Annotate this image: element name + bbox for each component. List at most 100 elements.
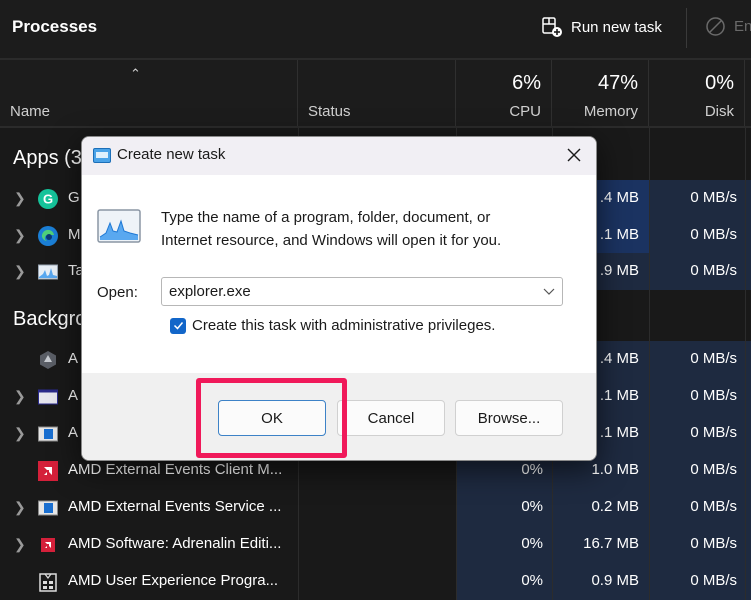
- process-disk: 0 MB/s: [690, 387, 737, 404]
- ok-button[interactable]: OK: [218, 400, 326, 436]
- process-memory: 1.0 MB: [591, 461, 639, 478]
- process-cpu: 0%: [521, 572, 543, 589]
- process-cpu: 0%: [521, 498, 543, 515]
- dialog-footer: OK Cancel Browse...: [82, 373, 596, 460]
- chevron-down-icon[interactable]: [543, 286, 555, 296]
- column-memory[interactable]: 47% Memory: [552, 60, 649, 126]
- admin-privileges-option[interactable]: Create this task with administrative pri…: [170, 317, 495, 334]
- process-disk: 0 MB/s: [690, 350, 737, 367]
- service-icon: [38, 500, 58, 516]
- process-disk: 0 MB/s: [690, 262, 737, 279]
- column-header: ⌃ Name Status 6% CPU 47% Memory 0% Disk: [0, 58, 751, 128]
- browse-button[interactable]: Browse...: [455, 400, 563, 436]
- sort-ascending-icon: ⌃: [130, 66, 141, 81]
- process-memory: .4 MB: [599, 350, 639, 367]
- process-disk: 0 MB/s: [690, 572, 737, 589]
- building-icon: [39, 573, 57, 592]
- process-name: A: [68, 387, 79, 404]
- amd-icon: [41, 538, 55, 552]
- process-disk: 0 MB/s: [690, 424, 737, 441]
- process-memory: .1 MB: [599, 387, 639, 404]
- window-icon: [38, 389, 58, 405]
- column-status[interactable]: Status: [298, 60, 456, 126]
- admin-privileges-checkbox[interactable]: [170, 317, 186, 334]
- grammarly-icon: G: [38, 189, 58, 209]
- end-task-label: En: [734, 18, 751, 35]
- process-row[interactable]: ❯ AMD External Events Service ... 0% 0.2…: [0, 489, 751, 526]
- expand-chevron-icon[interactable]: ❯: [14, 190, 26, 207]
- page-title: Processes: [12, 17, 98, 36]
- process-disk: 0 MB/s: [690, 189, 737, 206]
- dialog-title: Create new task: [117, 146, 226, 163]
- end-task-button[interactable]: En: [705, 16, 751, 37]
- edge-icon: [38, 226, 58, 246]
- svg-text:G: G: [43, 192, 53, 207]
- process-memory: .1 MB: [599, 226, 639, 243]
- memory-total-percent: 47%: [597, 72, 638, 94]
- column-memory-label: Memory: [583, 103, 638, 120]
- run-new-task-button[interactable]: Run new task: [541, 16, 662, 38]
- open-label: Open:: [97, 284, 138, 301]
- group-background-label: Backgro: [13, 308, 87, 330]
- process-memory: 16.7 MB: [583, 535, 639, 552]
- run-new-task-label: Run new task: [571, 18, 662, 36]
- process-disk: 0 MB/s: [690, 535, 737, 552]
- process-cpu: 0%: [521, 461, 543, 478]
- expand-chevron-icon[interactable]: ❯: [14, 263, 26, 280]
- process-name: AMD External Events Service ...: [68, 498, 282, 515]
- disk-total-percent: 0%: [705, 72, 734, 94]
- process-disk: 0 MB/s: [690, 498, 737, 515]
- process-memory: 0.2 MB: [591, 498, 639, 515]
- dialog-title-bar[interactable]: Create new task: [82, 137, 596, 175]
- run-window-icon: [93, 148, 111, 163]
- column-disk[interactable]: 0% Disk: [649, 60, 745, 126]
- column-name[interactable]: ⌃ Name: [0, 60, 298, 126]
- process-memory: .1 MB: [599, 424, 639, 441]
- process-memory: 0.9 MB: [591, 572, 639, 589]
- process-disk: 0 MB/s: [690, 226, 737, 243]
- checkmark-icon: [173, 322, 183, 330]
- column-name-label: Name: [10, 103, 51, 120]
- process-name: AMD User Experience Progra...: [68, 572, 279, 589]
- dialog-message-line1: Type the name of a program, folder, docu…: [161, 209, 491, 226]
- column-status-label: Status: [308, 103, 351, 120]
- process-disk: 0 MB/s: [690, 461, 737, 478]
- group-apps-label: Apps (3: [13, 147, 82, 169]
- column-cpu[interactable]: 6% CPU: [456, 60, 552, 126]
- expand-chevron-icon[interactable]: ❯: [14, 425, 26, 442]
- task-manager-graph-icon: [97, 209, 141, 243]
- amd-3d-icon: [40, 351, 56, 369]
- create-new-task-dialog: Create new task Type the name of a progr…: [81, 136, 597, 461]
- process-memory: .4 MB: [599, 189, 639, 206]
- column-disk-label: Disk: [704, 103, 734, 120]
- expand-chevron-icon[interactable]: ❯: [14, 388, 26, 405]
- cancel-button[interactable]: Cancel: [337, 400, 445, 436]
- close-icon[interactable]: [564, 145, 584, 165]
- run-new-task-icon: [542, 17, 562, 37]
- process-name: A: [68, 424, 79, 441]
- process-cpu: 0%: [521, 535, 543, 552]
- process-name: AMD External Events Client M...: [68, 461, 283, 478]
- column-cpu-label: CPU: [509, 103, 541, 120]
- dialog-message: Type the name of a program, folder, docu…: [161, 206, 501, 252]
- toolbar-divider: [686, 8, 687, 48]
- service-icon: [38, 426, 58, 442]
- open-combobox[interactable]: [161, 277, 563, 306]
- task-manager-icon: [38, 264, 58, 280]
- expand-chevron-icon[interactable]: ❯: [14, 227, 26, 244]
- process-row[interactable]: AMD User Experience Progra... 0% 0.9 MB …: [0, 563, 751, 600]
- expand-chevron-icon[interactable]: ❯: [14, 499, 26, 516]
- process-name: AMD Software: Adrenalin Editi...: [68, 535, 282, 552]
- block-icon: [706, 17, 725, 36]
- dialog-message-line2: Internet resource, and Windows will open…: [161, 232, 502, 249]
- process-row[interactable]: ❯ AMD Software: Adrenalin Editi... 0% 16…: [0, 526, 751, 563]
- process-name: M: [68, 226, 81, 243]
- amd-icon: [38, 461, 58, 481]
- expand-chevron-icon[interactable]: ❯: [14, 536, 26, 553]
- header-bar: Processes Run new task En: [0, 0, 751, 58]
- open-input[interactable]: [169, 281, 529, 302]
- admin-privileges-label: Create this task with administrative pri…: [192, 317, 496, 334]
- cpu-total-percent: 6%: [512, 72, 541, 94]
- process-memory: .9 MB: [599, 262, 639, 279]
- process-name: G: [68, 189, 80, 206]
